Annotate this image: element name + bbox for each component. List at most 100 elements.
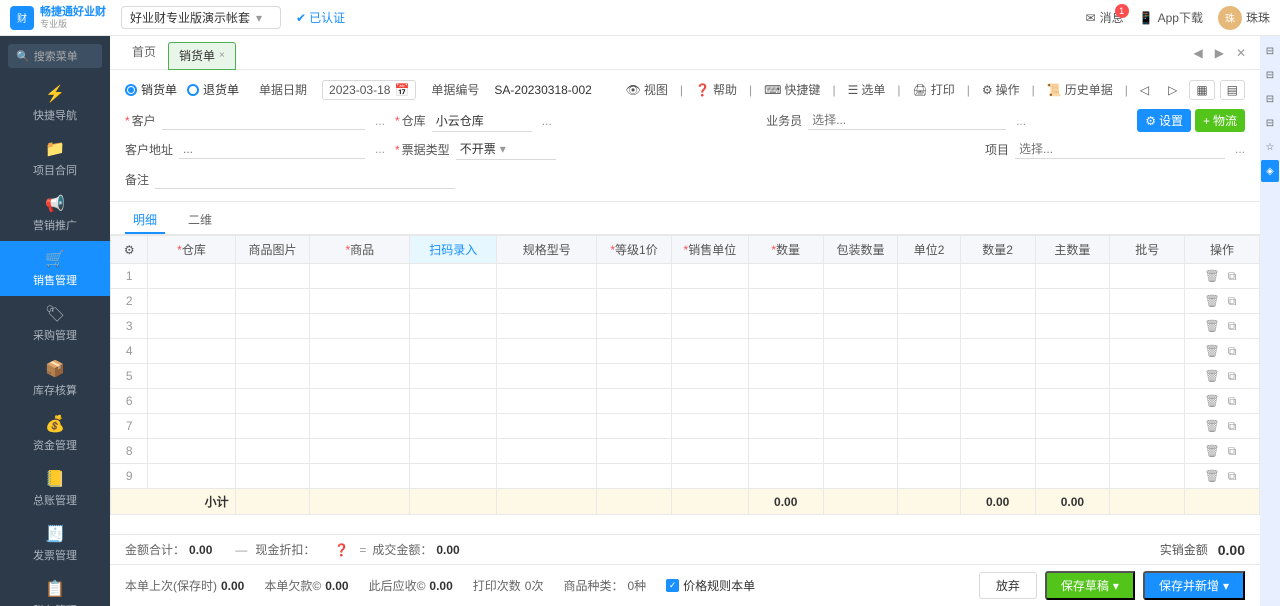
sidebar-item-fund[interactable]: 💰 资金管理	[0, 406, 110, 461]
app-download-btn[interactable]: 📱 App下载	[1139, 9, 1203, 26]
sidebar-item-tax[interactable]: 📋 税务管理	[0, 571, 110, 606]
right-panel-btn-4[interactable]: ⊟	[1261, 112, 1279, 134]
row-4-product[interactable]	[310, 339, 410, 364]
row-1-qty[interactable]	[748, 264, 823, 289]
row-5-unit2[interactable]	[898, 364, 960, 389]
row-2-copy-btn[interactable]: ⧉	[1224, 293, 1240, 309]
row-6-spec[interactable]	[497, 389, 597, 414]
row-8-pack[interactable]	[823, 439, 898, 464]
row-7-unit2[interactable]	[898, 414, 960, 439]
row-3-unit[interactable]	[671, 314, 748, 339]
row-6-qty[interactable]	[748, 389, 823, 414]
row-1-grade[interactable]	[597, 264, 672, 289]
row-6-import[interactable]	[410, 389, 497, 414]
row-8-warehouse[interactable]	[148, 439, 235, 464]
row-8-unit2[interactable]	[898, 439, 960, 464]
row-2-batch[interactable]	[1110, 289, 1185, 314]
row-1-unit[interactable]	[671, 264, 748, 289]
row-4-image[interactable]	[235, 339, 310, 364]
row-7-warehouse[interactable]	[148, 414, 235, 439]
th-import[interactable]: 扫码录入	[410, 236, 497, 264]
row-8-qty2[interactable]	[960, 439, 1035, 464]
row-9-delete-btn[interactable]: 🗑	[1204, 468, 1220, 484]
row-2-qty[interactable]	[748, 289, 823, 314]
row-4-copy-btn[interactable]: ⧉	[1224, 343, 1240, 359]
row-1-batch[interactable]	[1110, 264, 1185, 289]
right-panel-btn-1[interactable]: ⊟	[1261, 40, 1279, 62]
row-7-pack[interactable]	[823, 414, 898, 439]
row-9-product[interactable]	[310, 464, 410, 489]
row-2-qty2[interactable]	[960, 289, 1035, 314]
row-1-spec[interactable]	[497, 264, 597, 289]
customer-more-btn[interactable]: ...	[375, 114, 385, 128]
tab-nav-prev[interactable]: ◀	[1189, 46, 1206, 60]
tab-close-btn[interactable]: ×	[219, 50, 225, 61]
row-1-qty2[interactable]	[960, 264, 1035, 289]
row-2-pack[interactable]	[823, 289, 898, 314]
sidebar-search-box[interactable]: 🔍 搜索菜单	[8, 44, 102, 68]
row-4-qty[interactable]	[748, 339, 823, 364]
row-3-main[interactable]	[1035, 314, 1110, 339]
save-new-btn[interactable]: 保存并新增 ▾	[1143, 571, 1245, 600]
row-1-main[interactable]	[1035, 264, 1110, 289]
row-8-batch[interactable]	[1110, 439, 1185, 464]
row-8-grade[interactable]	[597, 439, 672, 464]
row-3-delete-btn[interactable]: 🗑	[1204, 318, 1220, 334]
row-7-delete-btn[interactable]: 🗑	[1204, 418, 1220, 434]
row-1-copy-btn[interactable]: ⧉	[1224, 268, 1240, 284]
sidebar-item-sales[interactable]: 🛒 销售管理	[0, 241, 110, 296]
row-6-main[interactable]	[1035, 389, 1110, 414]
row-3-qty2[interactable]	[960, 314, 1035, 339]
row-3-pack[interactable]	[823, 314, 898, 339]
row-4-main[interactable]	[1035, 339, 1110, 364]
row-7-product[interactable]	[310, 414, 410, 439]
toolbar-shortcut-btn[interactable]: ⌨ 快捷键	[757, 78, 827, 101]
row-9-image[interactable]	[235, 464, 310, 489]
row-7-image[interactable]	[235, 414, 310, 439]
salesperson-more-btn[interactable]: ...	[1016, 114, 1026, 128]
row-5-spec[interactable]	[497, 364, 597, 389]
row-3-import[interactable]	[410, 314, 497, 339]
row-1-image[interactable]	[235, 264, 310, 289]
row-4-unit[interactable]	[671, 339, 748, 364]
row-2-spec[interactable]	[497, 289, 597, 314]
row-9-unit[interactable]	[671, 464, 748, 489]
row-9-qty2[interactable]	[960, 464, 1035, 489]
row-4-pack[interactable]	[823, 339, 898, 364]
table-tab-2d[interactable]: 二维	[180, 207, 220, 234]
row-7-main[interactable]	[1035, 414, 1110, 439]
row-4-warehouse[interactable]	[148, 339, 235, 364]
row-2-grade[interactable]	[597, 289, 672, 314]
sidebar-item-project[interactable]: 📁 项目合同	[0, 131, 110, 186]
row-6-copy-btn[interactable]: ⧉	[1224, 393, 1240, 409]
toolbar-view-btn[interactable]: 👁 视图	[619, 78, 675, 101]
toolbar-ops-btn[interactable]: ⚙ 操作	[975, 78, 1027, 101]
row-5-product[interactable]	[310, 364, 410, 389]
toolbar-next-btn[interactable]: ▷	[1161, 80, 1184, 100]
row-7-spec[interactable]	[497, 414, 597, 439]
tab-close-all-btn[interactable]: ✕	[1232, 46, 1250, 60]
th-gear[interactable]: ⚙	[111, 236, 148, 264]
row-8-delete-btn[interactable]: 🗑	[1204, 443, 1220, 459]
row-3-spec[interactable]	[497, 314, 597, 339]
sidebar-item-purchase[interactable]: 🏷 采购管理	[0, 296, 110, 351]
row-7-qty[interactable]	[748, 414, 823, 439]
date-picker[interactable]: 2023-03-18 📅	[322, 80, 416, 100]
row-4-grade[interactable]	[597, 339, 672, 364]
price-checkbox[interactable]: ✓ 价格规则本单	[666, 577, 755, 594]
row-5-image[interactable]	[235, 364, 310, 389]
sidebar-item-invoice[interactable]: 🧾 发票管理	[0, 516, 110, 571]
message-btn[interactable]: ✉ 消息 1	[1086, 9, 1124, 26]
row-6-image[interactable]	[235, 389, 310, 414]
project-more-btn[interactable]: ...	[1235, 142, 1245, 156]
save-draft-btn[interactable]: 保存草稿 ▾	[1045, 571, 1135, 600]
row-7-batch[interactable]	[1110, 414, 1185, 439]
row-3-batch[interactable]	[1110, 314, 1185, 339]
row-1-pack[interactable]	[823, 264, 898, 289]
toolbar-select-btn[interactable]: ☰ 选单	[841, 78, 893, 101]
row-2-unit[interactable]	[671, 289, 748, 314]
row-9-unit2[interactable]	[898, 464, 960, 489]
tab-nav-next[interactable]: ▶	[1211, 46, 1228, 60]
right-panel-btn-6[interactable]: ◈	[1261, 160, 1279, 182]
right-panel-btn-3[interactable]: ⊟	[1261, 88, 1279, 110]
